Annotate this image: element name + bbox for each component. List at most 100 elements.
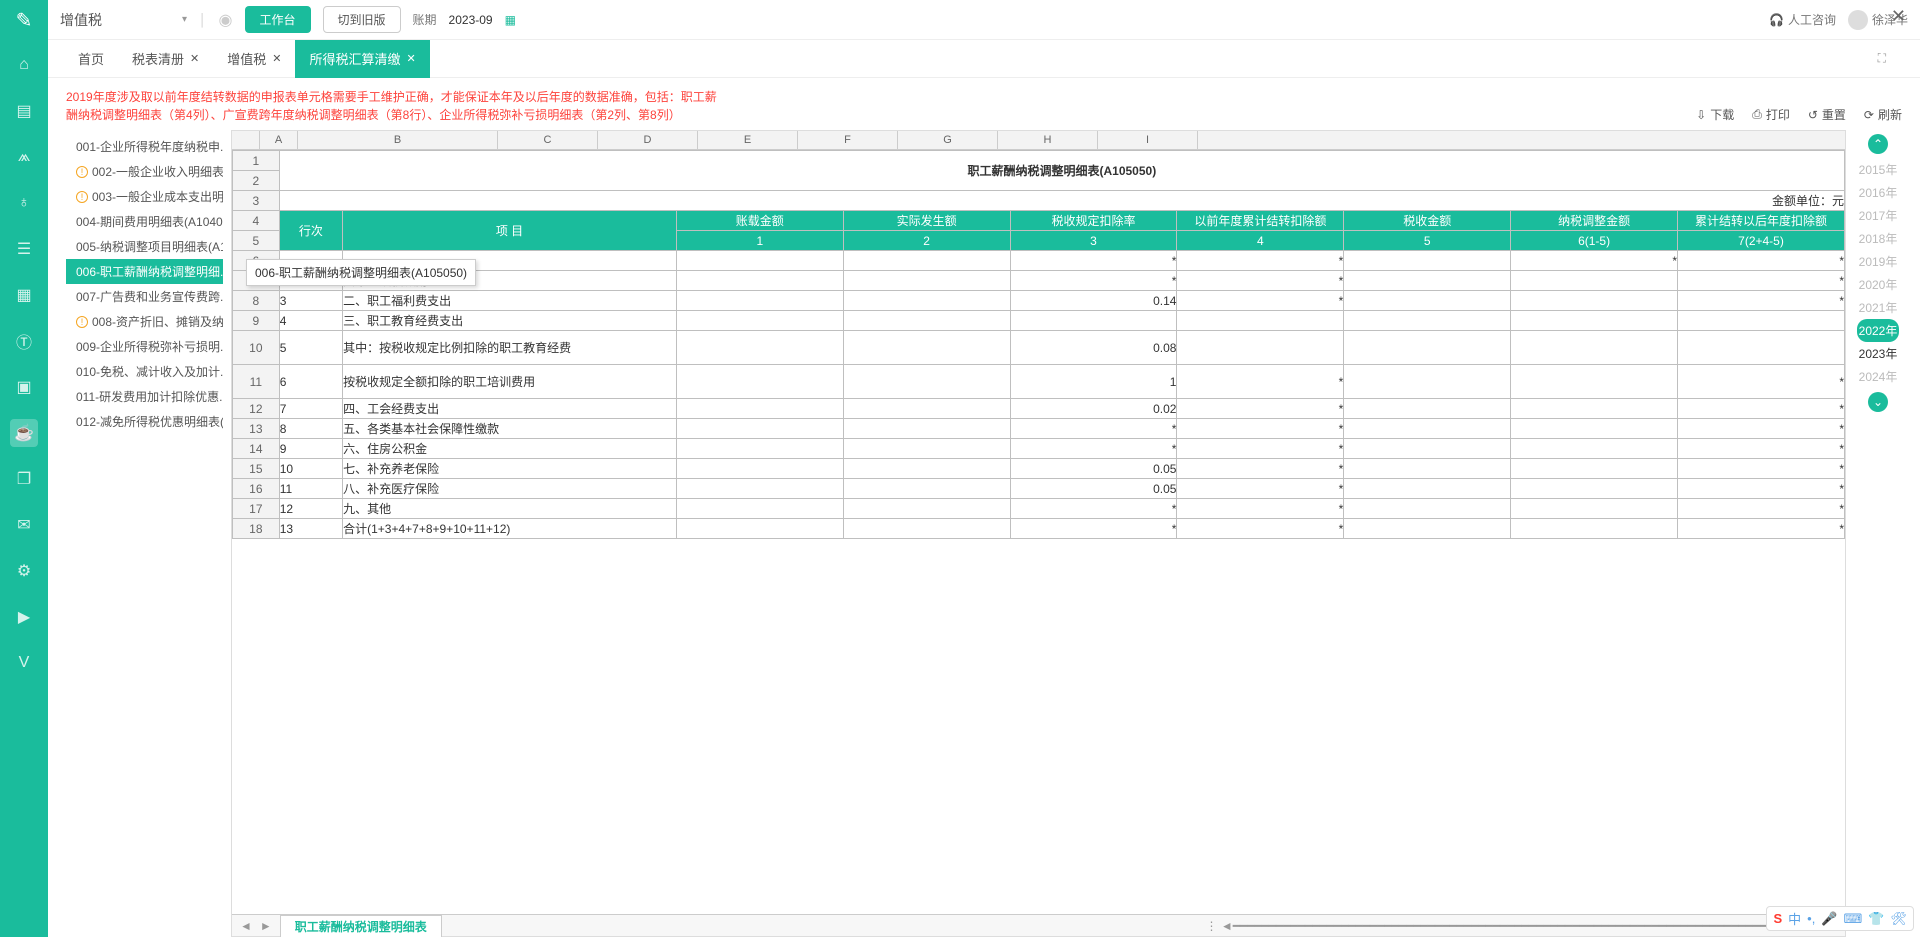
cell[interactable]: 5 [233,231,280,251]
cell[interactable] [1010,311,1177,331]
cell[interactable] [676,459,843,479]
cell[interactable]: 以前年度累计结转扣除额 [1177,211,1344,231]
cell[interactable] [843,419,1010,439]
cell[interactable]: 0.02 [1010,399,1177,419]
cell[interactable]: 1 [1010,365,1177,399]
col-head[interactable]: H [998,131,1098,149]
cell[interactable]: 13 [233,419,280,439]
cell[interactable] [676,399,843,419]
tree-item[interactable]: !003-一般企业成本支出明细... [66,184,223,209]
cell[interactable] [1177,311,1344,331]
nav-doc-icon[interactable]: ▤ [10,97,38,125]
cell[interactable]: * [1678,479,1845,499]
cell[interactable]: 13 [279,519,342,539]
year-chip[interactable]: 2024年 [1857,365,1899,388]
cell[interactable]: 6 [279,365,342,399]
close-all-icon[interactable]: ✕ [1881,0,1916,33]
cell[interactable]: 0.05 [1010,479,1177,499]
cell[interactable]: 7(2+4-5) [1678,231,1845,251]
cell[interactable] [676,365,843,399]
year-chip[interactable]: 2016年 [1857,181,1899,204]
nav-home-icon[interactable]: ⌂ [10,51,38,79]
cell[interactable] [843,291,1010,311]
cell[interactable] [1511,331,1678,365]
tree-item[interactable]: !002-一般企业收入明细表(A... [66,159,223,184]
cell[interactable]: 累计结转以后年度扣除额 [1678,211,1845,231]
nav-cup-icon[interactable]: ☕ [10,419,38,447]
cell[interactable] [843,499,1010,519]
cell[interactable]: * [1511,251,1678,271]
cell[interactable]: 3 [279,291,342,311]
cell[interactable]: 五、各类基本社会保障性缴款 [343,419,677,439]
cell[interactable] [1344,291,1511,311]
cell[interactable]: 税收规定扣除率 [1010,211,1177,231]
cell[interactable]: * [1678,271,1845,291]
cell[interactable]: 职工薪酬纳税调整明细表(A105050) [279,151,1844,191]
year-chip[interactable]: 2023年 [1857,342,1899,365]
cell[interactable]: * [1678,291,1845,311]
period-date[interactable]: 2023-09 [449,13,493,27]
tab-所得税汇算清缴[interactable]: 所得税汇算清缴✕ [295,40,429,78]
cell[interactable] [676,519,843,539]
tree-item[interactable]: 004-期间费用明细表(A1040... [66,209,223,234]
cell[interactable] [1344,271,1511,291]
col-head[interactable]: G [898,131,998,149]
cell[interactable] [843,251,1010,271]
cell[interactable]: 四、工会经费支出 [343,399,677,419]
year-chip[interactable]: 2017年 [1857,204,1899,227]
cell[interactable] [676,271,843,291]
cell[interactable]: * [1678,399,1845,419]
refresh-button[interactable]: ⟳刷新 [1864,106,1902,123]
tree-item[interactable]: 010-免税、减计收入及加计... [66,359,223,384]
cell[interactable]: 行次 [279,211,342,251]
cell[interactable]: 账载金额 [676,211,843,231]
nav-t-icon[interactable]: Ⓣ [10,327,38,355]
col-head[interactable]: A [260,131,298,149]
cell[interactable]: 4 [1177,231,1344,251]
cell[interactable]: 14 [233,439,280,459]
tree-item[interactable]: 006-职工薪酬纳税调整明细... [66,259,223,284]
cell[interactable]: 12 [233,399,280,419]
cell[interactable]: 2 [843,231,1010,251]
cell[interactable]: 12 [279,499,342,519]
cell[interactable] [676,311,843,331]
cell[interactable]: 3 [1010,231,1177,251]
cell[interactable]: 11 [233,365,280,399]
cell[interactable]: * [1678,419,1845,439]
cell[interactable]: * [1177,291,1344,311]
ime-punct-icon[interactable]: •, [1807,911,1815,926]
tree-item[interactable]: 012-减免所得税优惠明细表(... [66,409,223,434]
cell[interactable]: * [1177,519,1344,539]
cell[interactable]: 9 [233,311,280,331]
ime-lang[interactable]: 中 [1788,909,1801,928]
old-version-button[interactable]: 切到旧版 [323,6,401,33]
cell[interactable]: 10 [233,331,280,365]
cell[interactable]: 6(1-5) [1511,231,1678,251]
calendar-icon[interactable]: ▦ [505,13,516,27]
tree-item[interactable]: 007-广告费和业务宣传费跨... [66,284,223,309]
cell[interactable]: 七、补充养老保险 [343,459,677,479]
year-chip[interactable]: 2022年 [1857,319,1899,342]
reset-button[interactable]: ↺重置 [1808,106,1846,123]
cell[interactable] [676,479,843,499]
circle-icon[interactable]: ◉ [219,10,233,30]
cell[interactable]: 三、职工教育经费支出 [343,311,677,331]
close-icon[interactable]: ✕ [190,52,199,65]
cell[interactable]: 4 [279,311,342,331]
nav-bag-icon[interactable]: ♁ [10,189,38,217]
year-up-icon[interactable]: ⌃ [1868,134,1888,154]
cell[interactable]: 0.05 [1010,459,1177,479]
cell[interactable]: * [1678,365,1845,399]
nav-mail-icon[interactable]: ✉ [10,511,38,539]
cell[interactable]: 7 [279,399,342,419]
print-button[interactable]: ⎙打印 [1752,106,1790,123]
cell[interactable] [1511,479,1678,499]
cell[interactable]: 15 [233,459,280,479]
cell[interactable] [1344,439,1511,459]
tree-item[interactable]: !008-资产折旧、摊销及纳税... [66,309,223,334]
cell[interactable]: * [1010,439,1177,459]
tab-首页[interactable]: 首页 [64,40,118,78]
col-head[interactable]: E [698,131,798,149]
cell[interactable]: 11 [279,479,342,499]
cell[interactable] [1511,311,1678,331]
